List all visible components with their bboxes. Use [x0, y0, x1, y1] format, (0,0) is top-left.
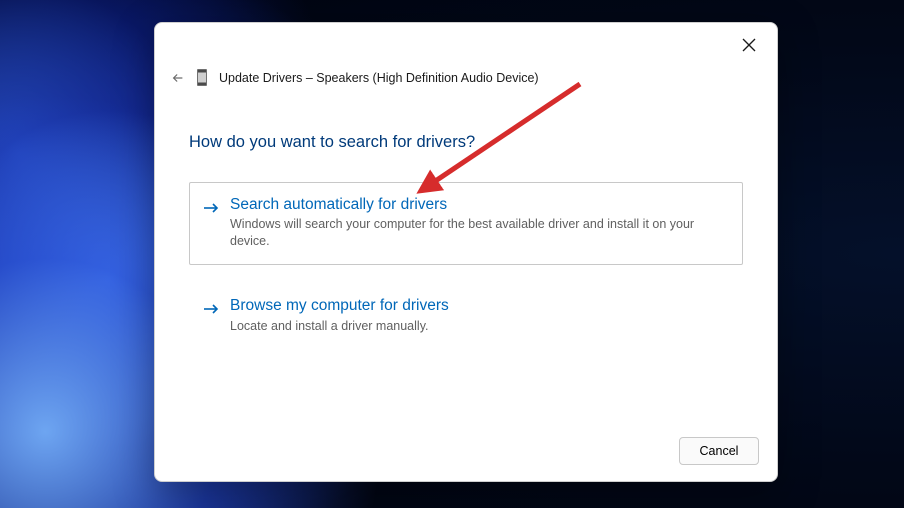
prompt-heading: How do you want to search for drivers? [189, 133, 743, 152]
breadcrumb: Update Drivers – Speakers (High Definiti… [171, 69, 539, 86]
arrow-right-icon [202, 199, 220, 217]
back-arrow-icon[interactable] [171, 71, 185, 85]
dialog-content: How do you want to search for drivers? S… [155, 75, 777, 349]
speaker-device-icon [197, 69, 207, 86]
close-icon[interactable] [741, 37, 757, 53]
update-drivers-dialog: Update Drivers – Speakers (High Definiti… [154, 22, 778, 482]
option-description: Locate and install a driver manually. [230, 318, 726, 335]
option-title: Browse my computer for drivers [230, 296, 726, 315]
cancel-button[interactable]: Cancel [679, 437, 759, 465]
arrow-right-icon [202, 300, 220, 318]
option-browse-manually[interactable]: Browse my computer for drivers Locate an… [189, 283, 743, 349]
option-description: Windows will search your computer for th… [230, 216, 726, 250]
option-title: Search automatically for drivers [230, 195, 726, 214]
dialog-title: Update Drivers – Speakers (High Definiti… [219, 71, 539, 85]
titlebar [155, 23, 777, 75]
dialog-footer: Cancel [679, 437, 759, 465]
option-search-automatically[interactable]: Search automatically for drivers Windows… [189, 182, 743, 265]
